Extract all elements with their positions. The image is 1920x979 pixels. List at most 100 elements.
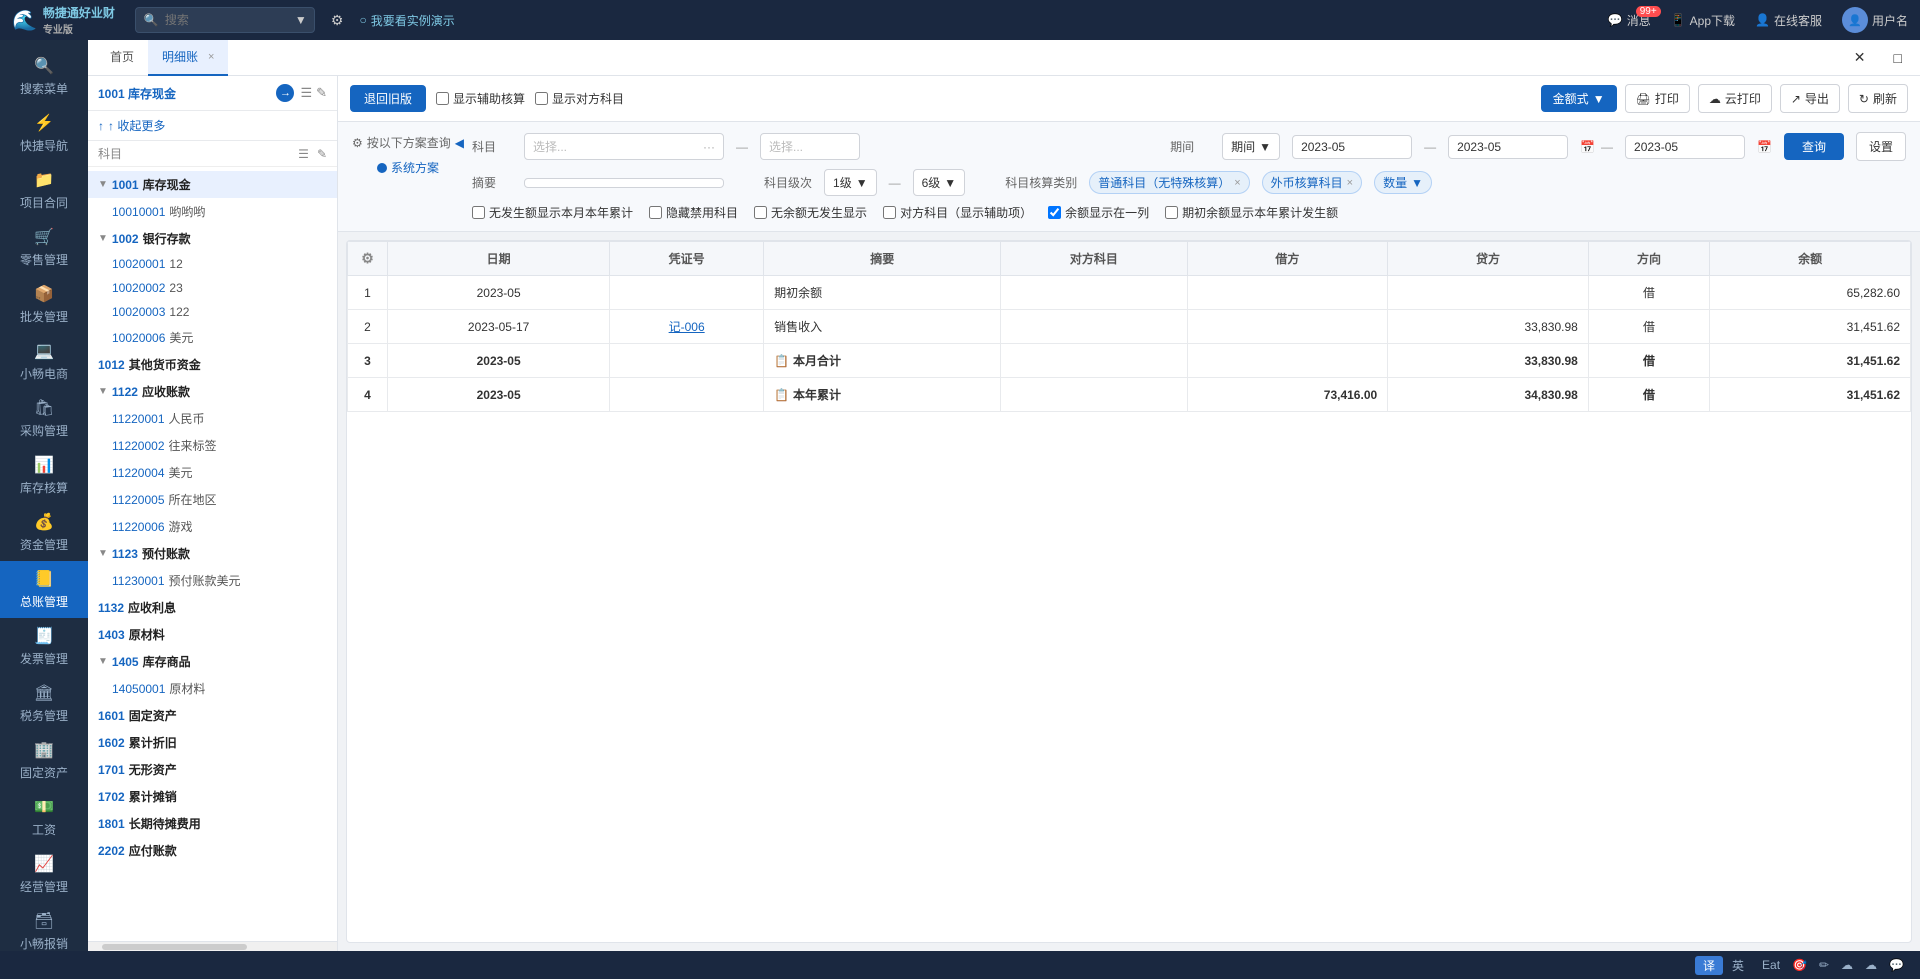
sidebar-item-operations[interactable]: 📈 经营管理 [0,846,88,903]
bottom-bar-eat[interactable]: Eat [1762,958,1780,972]
period-start-input[interactable]: 2023-05 [1292,135,1412,159]
export-btn[interactable]: ↗ 导出 [1780,84,1840,113]
show-contra-checkbox[interactable]: 显示对方科目 [535,90,624,107]
sidebar-item-project[interactable]: 📁 项目合同 [0,162,88,219]
tree-item-1002[interactable]: ▼ 1002 银行存款 [88,225,337,252]
cb-contra[interactable]: 对方科目（显示辅助项） [883,204,1032,221]
lang-btn[interactable]: 英 [1726,956,1750,975]
period-end-input[interactable]: 2023-05 [1448,135,1568,159]
cb-no-balance-input[interactable] [472,206,485,219]
tree-item-11220005[interactable]: 11220005 所在地区 [88,486,337,513]
col-settings[interactable]: ⚙ [348,242,388,276]
sidebar-item-sales-report[interactable]: 🗃 小畅报销 [0,903,88,951]
tree-item-10020006[interactable]: 10020006 美元 [88,324,337,351]
tree-item-1602[interactable]: 1602 累计折旧 [88,729,337,756]
tree-item-11220001[interactable]: 11220001 人民币 [88,405,337,432]
calendar-icon-start[interactable]: 📅 [1580,140,1595,154]
tree-item-1132[interactable]: 1132 应收利息 [88,594,337,621]
sidebar-item-quick-nav[interactable]: ⚡ 快捷导航 [0,105,88,162]
account-more-icon[interactable]: ··· [703,140,715,154]
tree-item-2202[interactable]: 2202 应付账款 [88,837,337,864]
sidebar-item-ecommerce[interactable]: 💻 小畅电商 [0,333,88,390]
tree-item-10020002[interactable]: 10020002 23 [88,276,337,300]
tree-item-1012[interactable]: 1012 其他货币资金 [88,351,337,378]
sidebar-item-inventory[interactable]: 📊 库存核算 [0,447,88,504]
tree-edit-icon[interactable]: ✎ [316,85,327,101]
show-contra-input[interactable] [535,92,548,105]
show-aux-checkbox[interactable]: 显示辅助核算 [436,90,525,107]
maximize-button[interactable]: □ [1884,44,1912,71]
tree-item-11220006[interactable]: 11220006 游戏 [88,513,337,540]
summary-input[interactable] [524,178,724,188]
sidebar-item-purchase[interactable]: 🛍 采购管理 [0,390,88,447]
message-btn[interactable]: 💬 消息 99+ [1608,12,1651,29]
tab-detail[interactable]: 明细账 × [148,40,228,76]
tree-edit2-icon[interactable]: ✎ [317,147,327,161]
tree-item-1122[interactable]: ▼ 1122 应收账款 [88,378,337,405]
online-service-btn[interactable]: 👤 在线客服 [1755,12,1822,29]
tree-item-11220004[interactable]: 11220004 美元 [88,459,337,486]
query-btn[interactable]: 查询 [1784,133,1844,160]
bottom-bar-edit[interactable]: ✏ [1819,958,1829,972]
show-aux-input[interactable] [436,92,449,105]
cb-initial-input[interactable] [1165,206,1178,219]
sidebar-item-invoice[interactable]: 🧾 发票管理 [0,618,88,675]
demo-link[interactable]: ○ 我要看实例演示 [359,12,454,29]
cb-contra-input[interactable] [883,206,896,219]
period-end2-input[interactable]: 2023-05 [1625,135,1745,159]
tree-item-11220002[interactable]: 11220002 往来标签 [88,432,337,459]
calendar-icon-end[interactable]: 📅 [1757,140,1772,154]
tree-item-1702[interactable]: 1702 累计摊销 [88,783,337,810]
h-scrollbar[interactable] [88,941,337,951]
cb-hide-disabled-input[interactable] [649,206,662,219]
more-btn[interactable]: ↑ ↑ 收起更多 [98,117,165,134]
level-to-select[interactable]: 6级 ▼ [913,169,966,196]
user-avatar[interactable]: 👤 用户名 [1842,7,1908,33]
bottom-bar-cloud1[interactable]: ☁ [1841,958,1853,972]
sidebar-item-fixed[interactable]: 🏢 固定资产 [0,732,88,789]
sidebar-item-accounting[interactable]: 📒 总账管理 [0,561,88,618]
tree-item-1001[interactable]: ▼ 1001 库存现金 [88,171,337,198]
search-box[interactable]: 🔍 ▼ [135,7,315,33]
tree-menu-icon[interactable]: ☰ [300,85,312,101]
sidebar-item-finance[interactable]: 💰 资金管理 [0,504,88,561]
cb-initial[interactable]: 期初余额显示本年累计发生额 [1165,204,1338,221]
bottom-bar-cloud2[interactable]: ☁ [1865,958,1877,972]
tree-item-1405[interactable]: ▼ 1405 库存商品 [88,648,337,675]
account-to-input[interactable]: 选择... [760,133,860,160]
tag-close-0[interactable]: × [1234,177,1240,189]
cb-no-zero-input[interactable] [754,206,767,219]
tree-list-icon[interactable]: ☰ [298,147,309,161]
settings-icon[interactable]: ⚙ [331,12,344,29]
tree-item-10010001[interactable]: 10010001 哟哟哟 [88,198,337,225]
period-type-select[interactable]: 期间 ▼ [1222,133,1280,160]
level-from-select[interactable]: 1级 ▼ [824,169,877,196]
table-cell[interactable]: 记-006 [610,310,764,344]
sidebar-item-search[interactable]: 🔍 搜索菜单 [0,48,88,105]
bottom-bar-translate[interactable]: 译 英 [1695,956,1750,975]
sidebar-item-tax[interactable]: 🏛 税务管理 [0,675,88,732]
bottom-bar-target[interactable]: 🎯 [1792,958,1807,972]
account-filter-input[interactable]: 选择... ··· [524,133,724,160]
tag-close-1[interactable]: × [1347,177,1353,189]
cloud-print-btn[interactable]: ☁ 云打印 [1698,84,1772,113]
tab-home[interactable]: 首页 [96,40,148,76]
settings-btn[interactable]: 设置 [1856,132,1906,161]
refresh-btn[interactable]: ↻ 刷新 [1848,84,1908,113]
tag-dropdown-2[interactable]: ▼ [1411,176,1423,190]
tree-item-1801[interactable]: 1801 长期待摊费用 [88,810,337,837]
back-old-version-btn[interactable]: 退回旧版 [350,85,426,112]
sidebar-item-wholesale[interactable]: 📦 批发管理 [0,276,88,333]
tree-item-1701[interactable]: 1701 无形资产 [88,756,337,783]
tab-close-icon[interactable]: × [208,51,214,63]
sidebar-item-retail[interactable]: 🛒 零售管理 [0,219,88,276]
search-dropdown-icon[interactable]: ▼ [295,13,307,27]
format-btn[interactable]: 金额式 ▼ [1541,85,1617,112]
scheme-settings-icon[interactable]: ⚙ [352,136,363,150]
bottom-bar-msg[interactable]: 💬 [1889,958,1904,972]
cb-balance-col[interactable]: 余额显示在一列 [1048,204,1149,221]
tree-item-10020001[interactable]: 10020001 12 [88,252,337,276]
tree-item-1123[interactable]: ▼ 1123 预付账款 [88,540,337,567]
tree-item-1403[interactable]: 1403 原材料 [88,621,337,648]
tree-item-1601[interactable]: 1601 固定资产 [88,702,337,729]
